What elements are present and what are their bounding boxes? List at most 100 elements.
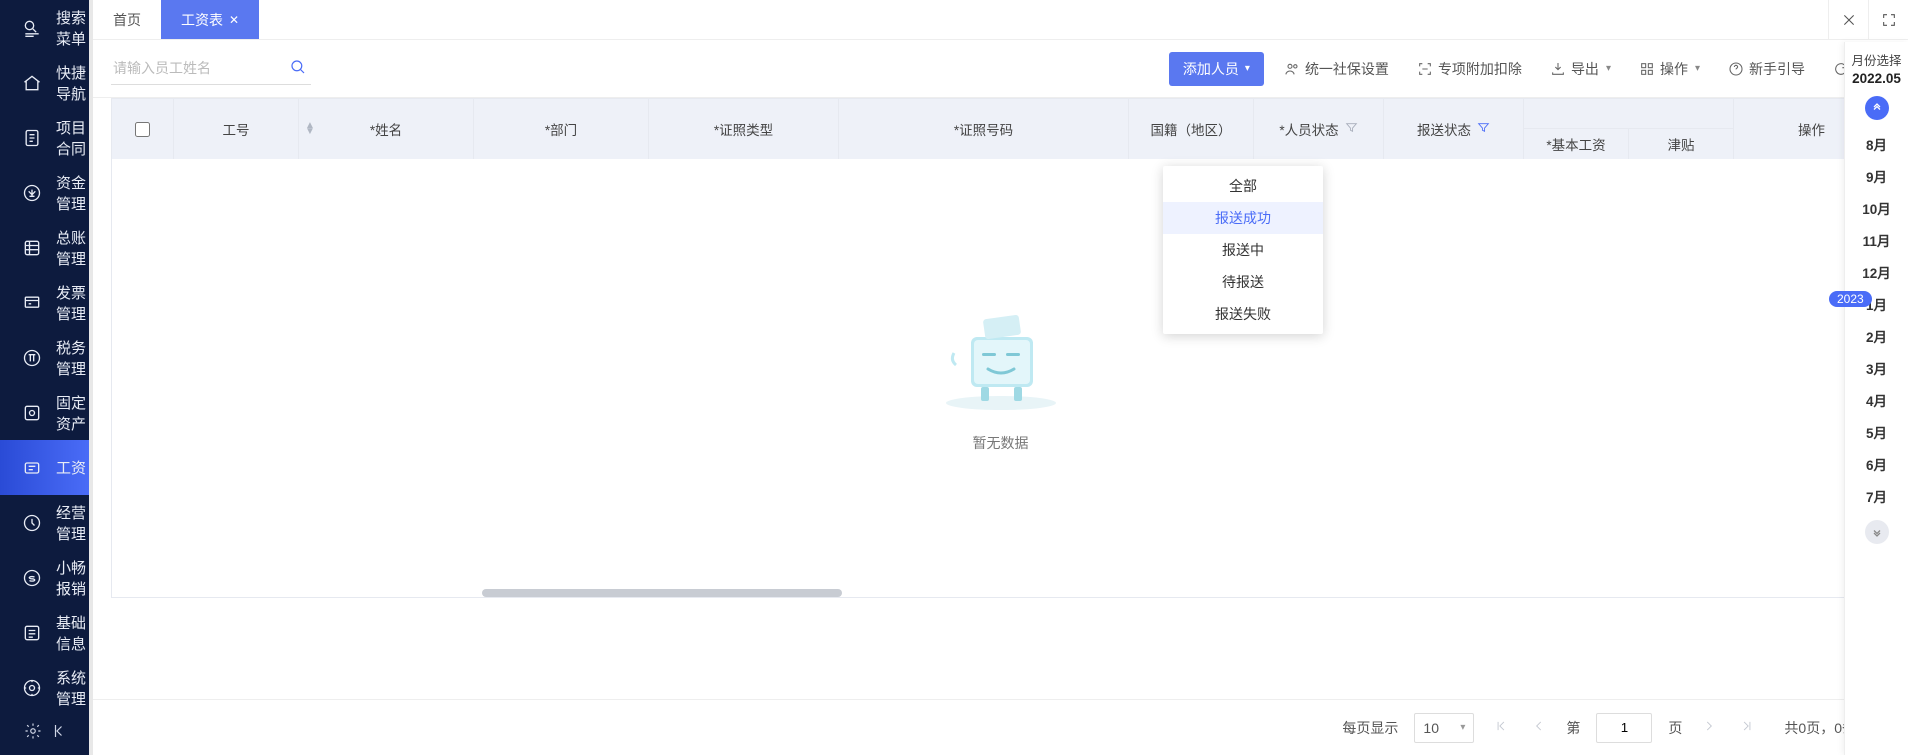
search-icon[interactable] [289,58,307,79]
button-label: 统一社保设置 [1305,59,1389,79]
month-panel-current: 2022.05 [1852,71,1901,92]
first-page-button[interactable] [1490,719,1512,736]
col-id-type[interactable]: *证照类型 [649,99,839,159]
sidebar-item-compass[interactable]: 快捷导航 [0,55,89,110]
pagination: 每页显示 10 ▾ 第 页 共0页，0条记录 [93,699,1908,755]
last-page-button[interactable] [1736,719,1758,736]
col-name[interactable]: ▲▼ *姓名 [299,99,474,159]
perpage-select[interactable]: 10 ▾ [1414,713,1474,743]
sidebar-item-doc[interactable]: 项目合同 [0,110,89,165]
year-badge: 2023 [1829,291,1872,307]
month-item[interactable]: 6月 [1866,448,1887,480]
month-item[interactable]: 4月 [1866,384,1887,416]
info-icon [22,623,42,643]
money-icon [22,183,42,203]
filter-option[interactable]: 报送成功 [1163,202,1323,234]
sidebar-item-expense[interactable]: 小畅报销 [0,550,89,605]
search-input[interactable] [111,53,311,85]
col-department[interactable]: *部门 [474,99,649,159]
button-label: 专项附加扣除 [1438,59,1522,79]
sidebar-item-info[interactable]: 基础信息 [0,605,89,660]
col-base-salary[interactable]: *基本工资 [1524,129,1629,159]
sidebar-item-label: 项目合同 [56,117,89,159]
report-status-filter-dropdown: 全部报送成功报送中待报送报送失败 [1163,166,1323,334]
tab-label: 首页 [113,10,141,30]
add-person-button[interactable]: 添加人员 ▾ [1169,52,1264,86]
month-item[interactable]: 9月 [1866,160,1887,192]
filter-option[interactable]: 全部 [1163,170,1323,202]
perpage-label: 每页显示 [1342,718,1398,738]
fullscreen-button[interactable] [1868,0,1908,39]
prev-page-button[interactable] [1528,719,1550,736]
scroll-down-button[interactable] [1865,520,1889,544]
page-input[interactable] [1596,713,1652,743]
sidebar-item-label: 固定资产 [56,392,89,434]
guide-button[interactable]: 新手引导 [1720,59,1813,79]
sort-icon[interactable]: ▲▼ [305,123,315,135]
sidebar-item-ledger[interactable]: 总账管理 [0,220,89,275]
sidebar-item-label: 发票管理 [56,282,89,324]
tab-salary-sheet[interactable]: 工资表 ✕ [161,0,259,39]
filter-option[interactable]: 待报送 [1163,266,1323,298]
month-item[interactable]: 11月 [1863,224,1891,256]
filter-option[interactable]: 报送中 [1163,234,1323,266]
month-item[interactable]: 10月 [1862,192,1891,224]
button-label: 添加人员 [1183,59,1239,79]
doc-icon [22,128,42,148]
sidebar-item-tax[interactable]: 税务管理 [0,330,89,385]
social-settings-button[interactable]: 统一社保设置 [1276,59,1397,79]
month-panel-title: 月份选择 [1851,46,1901,71]
export-button[interactable]: 导出 ▾ [1542,59,1619,79]
sidebar-item-money[interactable]: 资金管理 [0,165,89,220]
horizontal-scrollbar[interactable] [112,589,1889,597]
col-employee-id[interactable]: 工号 [174,99,299,159]
col-nationality[interactable]: 国籍（地区） [1129,99,1254,159]
filter-icon[interactable] [1477,121,1490,137]
filter-icon[interactable] [1345,121,1358,137]
sidebar-item-system[interactable]: 系统管理 [0,660,89,709]
sidebar-item-label: 快捷导航 [56,62,89,104]
col-report-status[interactable]: 报送状态 [1384,99,1524,159]
operate-button[interactable]: 操作 ▾ [1631,59,1708,79]
filter-option[interactable]: 报送失败 [1163,298,1323,330]
sidebar-item-label: 经营管理 [56,502,89,544]
month-item[interactable]: 12月 [1862,256,1891,288]
search-menu-icon [22,18,42,38]
page-prefix: 第 [1566,718,1580,738]
gear-icon[interactable] [24,722,42,743]
sidebar-item-salary[interactable]: 工资 [0,440,89,495]
sidebar-item-asset[interactable]: 固定资产 [0,385,89,440]
col-checkbox [112,99,174,159]
button-label: 新手引导 [1749,59,1805,79]
help-icon [1728,61,1744,77]
month-item[interactable]: 3月 [1866,352,1887,384]
next-page-button[interactable] [1698,719,1720,736]
close-panel-button[interactable] [1828,0,1868,39]
scrollbar-thumb[interactable] [482,589,842,597]
scroll-up-button[interactable] [1865,96,1889,120]
chevron-down-icon: ▾ [1695,63,1700,74]
month-item[interactable]: 8月 [1866,128,1887,160]
scan-icon [1417,61,1433,77]
month-item[interactable]: 7月 [1866,480,1887,512]
tab-home[interactable]: 首页 [93,0,161,39]
special-deduction-button[interactable]: 专项附加扣除 [1409,59,1530,79]
col-id-number[interactable]: *证照号码 [839,99,1129,159]
select-all-checkbox[interactable] [135,122,150,137]
close-icon[interactable]: ✕ [229,13,239,27]
tabs-bar: 首页 工资表 ✕ [93,0,1908,40]
grid-icon [1639,61,1655,77]
collapse-icon[interactable] [51,722,69,743]
empty-state: 暂无数据 [112,159,1889,589]
month-item[interactable]: 5月 [1866,416,1887,448]
table-wrap: 工号 ▲▼ *姓名 *部门 *证照类型 *证照号码 国籍（地区） *人员状态 报… [93,98,1908,699]
people-icon [1284,61,1300,77]
col-allowance[interactable]: 津贴 [1629,129,1733,159]
salary-icon [22,458,42,478]
sidebar-item-invoice[interactable]: 发票管理 [0,275,89,330]
month-item[interactable]: 2月 [1866,320,1887,352]
sidebar-item-label: 资金管理 [56,172,89,214]
sidebar-item-search-menu[interactable]: 搜索菜单 [0,0,89,55]
sidebar-item-biz[interactable]: 经营管理 [0,495,89,550]
col-person-status[interactable]: *人员状态 [1254,99,1384,159]
